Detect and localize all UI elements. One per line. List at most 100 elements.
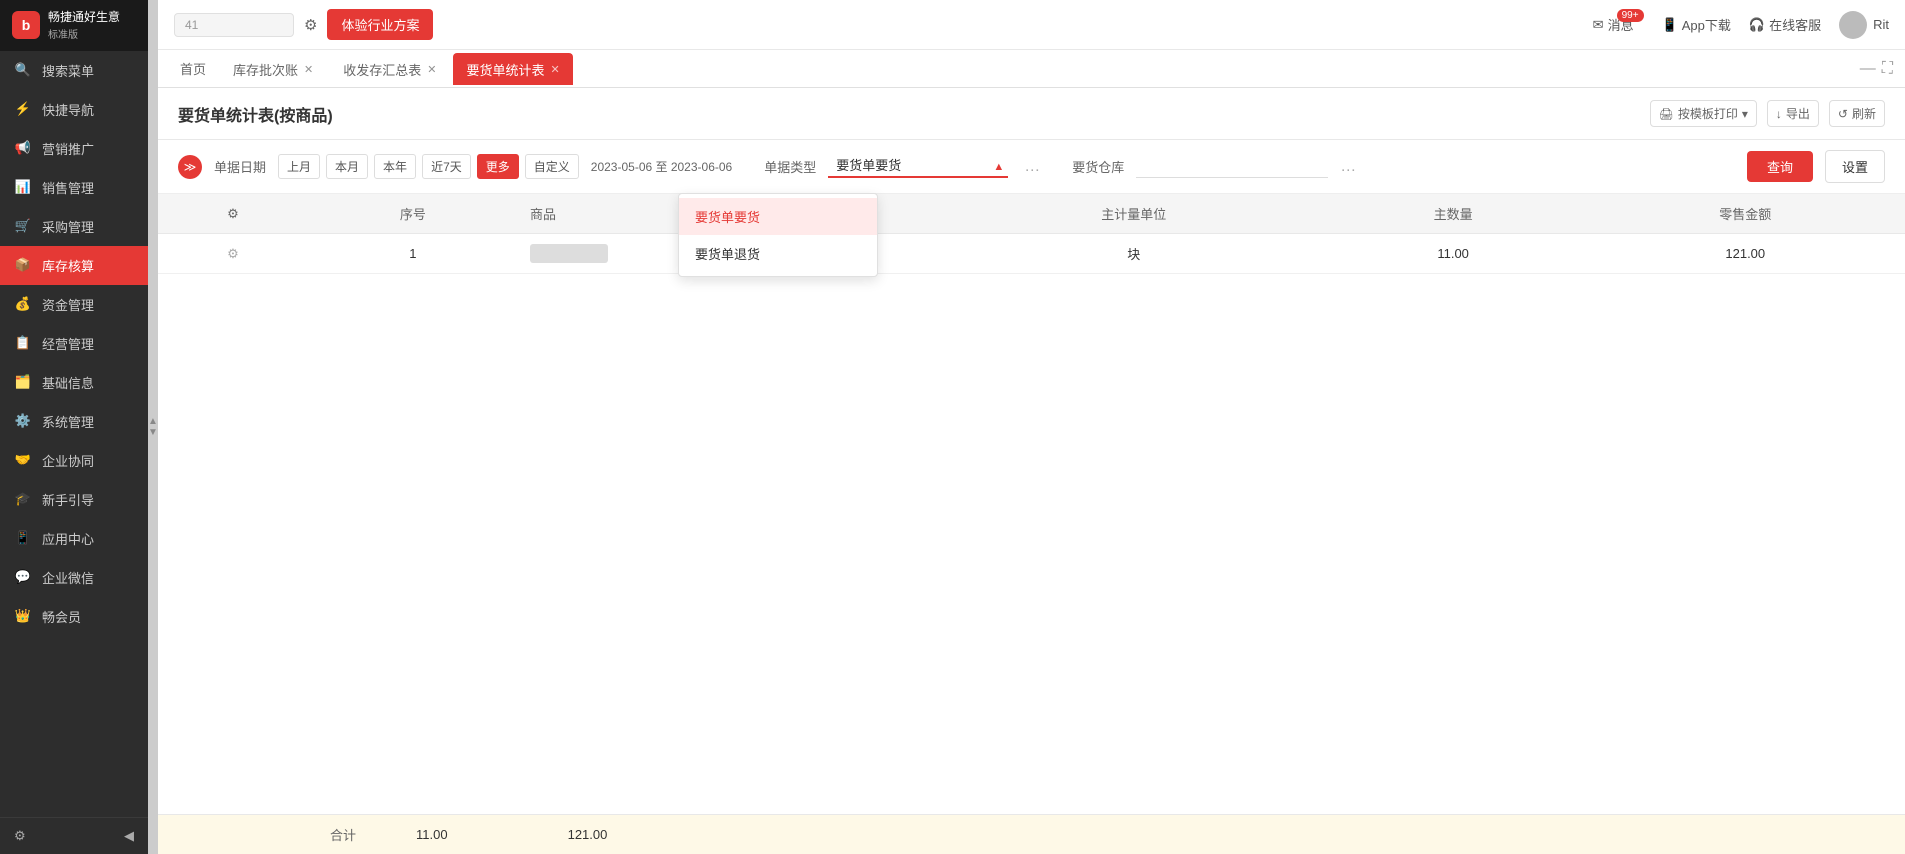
member-icon: 👑 bbox=[14, 607, 32, 625]
sidebar-item-label: 企业协同 bbox=[42, 451, 94, 470]
settings-icon[interactable]: ⚙ bbox=[14, 828, 26, 844]
user-section[interactable]: Rit bbox=[1839, 11, 1889, 39]
sidebar-item-wechat[interactable]: 💬 企业微信 bbox=[0, 558, 148, 597]
inventory-icon: 📦 bbox=[14, 256, 32, 274]
service-icon: 🎧 bbox=[1749, 17, 1765, 33]
col-gear: ⚙ bbox=[158, 194, 308, 234]
sidebar-item-label: 营销推广 bbox=[42, 139, 94, 158]
service-label: 在线客服 bbox=[1769, 15, 1821, 34]
col-qty: 主数量 bbox=[1321, 194, 1586, 234]
export-label: 导出 bbox=[1786, 105, 1810, 122]
tab-order-stats-close[interactable]: ✕ bbox=[551, 63, 560, 76]
sidebar-item-guide[interactable]: 🎓 新手引导 bbox=[0, 480, 148, 519]
dropdown-item-return[interactable]: 要货单退货 bbox=[679, 235, 877, 272]
query-button[interactable]: 查询 bbox=[1747, 151, 1813, 182]
row-gear[interactable]: ⚙ bbox=[158, 234, 308, 274]
more-dates-button[interactable]: 更多 bbox=[477, 154, 519, 179]
date-filter-label: 单据日期 bbox=[214, 157, 266, 176]
warehouse-filter-label: 要货仓库 bbox=[1072, 157, 1124, 176]
sidebar-item-basic-info[interactable]: 🗂️ 基础信息 bbox=[0, 363, 148, 402]
row-num: 1 bbox=[308, 234, 518, 274]
sidebar-item-member[interactable]: 👑 畅会员 bbox=[0, 597, 148, 636]
app-name: 畅捷通好生意 bbox=[48, 10, 120, 26]
guide-icon: 🎓 bbox=[14, 490, 32, 508]
user-avatar bbox=[1839, 11, 1867, 39]
sidebar-item-marketing[interactable]: 📢 营销推广 bbox=[0, 129, 148, 168]
sidebar-item-app-center[interactable]: 📱 应用中心 bbox=[0, 519, 148, 558]
more-dates-label: 更多 bbox=[486, 158, 510, 175]
last-7days-button[interactable]: 近7天 bbox=[422, 154, 471, 179]
custom-date-button[interactable]: 自定义 bbox=[525, 154, 579, 179]
warehouse-input[interactable] bbox=[1136, 156, 1328, 178]
print-button[interactable]: 🖨 按模板打印 ▾ bbox=[1650, 100, 1757, 127]
type-select-wrap: 要货单要货 要货单退货 ▲ bbox=[828, 155, 1008, 178]
sidebar-item-label: 企业微信 bbox=[42, 568, 94, 587]
window-minimize-icon[interactable]: — bbox=[1860, 60, 1876, 78]
data-table: ⚙ 序号 商品 主计量单位 主数量 零售金额 ⚙ 1 商品名称内容 bbox=[158, 194, 1905, 274]
purchase-icon: 🛒 bbox=[14, 217, 32, 235]
sidebar-item-search[interactable]: 🔍 搜索菜单 bbox=[0, 51, 148, 90]
sidebar-item-label: 系统管理 bbox=[42, 412, 94, 431]
tab-receivable-label: 收发存汇总表 bbox=[343, 60, 421, 79]
col-unit: 主计量单位 bbox=[947, 194, 1321, 234]
tab-receivable[interactable]: 收发存汇总表 ✕ bbox=[330, 53, 449, 85]
sidebar-item-label: 采购管理 bbox=[42, 217, 94, 236]
page-header: 要货单统计表(按商品) 🖨 按模板打印 ▾ ↓ 导出 ↺ 刷新 bbox=[158, 88, 1905, 140]
sales-icon: 📊 bbox=[14, 178, 32, 196]
topbar-gear-icon[interactable]: ⚙ bbox=[304, 16, 317, 34]
sidebar-item-finance[interactable]: 💰 资金管理 bbox=[0, 285, 148, 324]
sidebar-item-enterprise[interactable]: 🤝 企业协同 bbox=[0, 441, 148, 480]
setting-button[interactable]: 设置 bbox=[1825, 150, 1885, 183]
sidebar-item-inventory[interactable]: 📦 库存核算 bbox=[0, 246, 148, 285]
this-year-button[interactable]: 本年 bbox=[374, 154, 416, 179]
app-download-label: App下载 bbox=[1682, 15, 1731, 34]
printer-icon: 🖨 bbox=[1659, 107, 1674, 121]
product-name-blurred: 商品名称内容 bbox=[530, 244, 608, 263]
app-download-section[interactable]: 📱 App下载 bbox=[1662, 15, 1731, 34]
trial-button[interactable]: 体验行业方案 bbox=[327, 9, 433, 40]
sidebar: b 畅捷通好生意 标准版 🔍 搜索菜单 ⚡ 快捷导航 📢 营销推广 📊 销售管理… bbox=[0, 0, 148, 854]
topbar-left: 41 ⚙ 体验行业方案 bbox=[174, 9, 433, 40]
export-icon: ↓ bbox=[1776, 107, 1782, 121]
tab-order-stats[interactable]: 要货单统计表 ✕ bbox=[453, 53, 572, 85]
finance-icon: 💰 bbox=[14, 295, 32, 313]
online-service-section[interactable]: 🎧 在线客服 bbox=[1749, 15, 1821, 34]
tab-batch[interactable]: 库存批次账 ✕ bbox=[220, 53, 326, 85]
topbar-number: 41 bbox=[185, 18, 198, 32]
message-section[interactable]: ✉ 消息 99+ bbox=[1593, 15, 1634, 34]
last-month-button[interactable]: 上月 bbox=[278, 154, 320, 179]
filter-expand-button[interactable]: ≫ bbox=[178, 155, 202, 179]
sidebar-item-label: 销售管理 bbox=[42, 178, 94, 197]
warehouse-more-icon[interactable]: … bbox=[1340, 158, 1356, 176]
user-name: Rit bbox=[1873, 17, 1889, 32]
basic-info-icon: 🗂️ bbox=[14, 373, 32, 391]
this-month-button[interactable]: 本月 bbox=[326, 154, 368, 179]
tab-receivable-close[interactable]: ✕ bbox=[427, 63, 436, 76]
type-more-icon[interactable]: … bbox=[1024, 158, 1040, 176]
column-settings-icon[interactable]: ⚙ bbox=[227, 206, 239, 221]
sidebar-item-operations[interactable]: 📋 经营管理 bbox=[0, 324, 148, 363]
sidebar-item-system[interactable]: ⚙️ 系统管理 bbox=[0, 402, 148, 441]
tab-batch-label: 库存批次账 bbox=[233, 60, 298, 79]
sidebar-scroll-handle[interactable]: ▲▼ bbox=[148, 0, 158, 854]
table-footer: 合计 11.00 121.00 bbox=[158, 814, 1905, 854]
row-unit: 块 bbox=[947, 234, 1321, 274]
system-icon: ⚙️ bbox=[14, 412, 32, 430]
sidebar-item-purchase[interactable]: 🛒 采购管理 bbox=[0, 207, 148, 246]
app-version: 标准版 bbox=[48, 26, 120, 41]
refresh-button[interactable]: ↺ 刷新 bbox=[1829, 100, 1885, 127]
collapse-icon[interactable]: ◀ bbox=[124, 828, 134, 844]
app-center-icon: 📱 bbox=[14, 529, 32, 547]
export-button[interactable]: ↓ 导出 bbox=[1767, 100, 1819, 127]
type-select[interactable]: 要货单要货 要货单退货 bbox=[828, 155, 1008, 178]
dropdown-item-order[interactable]: 要货单要货 bbox=[679, 198, 877, 235]
sidebar-item-quick-nav[interactable]: ⚡ 快捷导航 bbox=[0, 90, 148, 129]
sidebar-item-sales[interactable]: 📊 销售管理 bbox=[0, 168, 148, 207]
sidebar-item-label: 库存核算 bbox=[42, 256, 94, 275]
col-num: 序号 bbox=[308, 194, 518, 234]
tab-home[interactable]: 首页 bbox=[170, 53, 216, 84]
tab-batch-close[interactable]: ✕ bbox=[304, 63, 313, 76]
date-quick-buttons: 上月 本月 本年 近7天 更多 自定义 bbox=[278, 154, 579, 179]
window-expand-icon[interactable]: ⛶ bbox=[1882, 60, 1893, 78]
page-actions: 🖨 按模板打印 ▾ ↓ 导出 ↺ 刷新 bbox=[1650, 100, 1885, 139]
